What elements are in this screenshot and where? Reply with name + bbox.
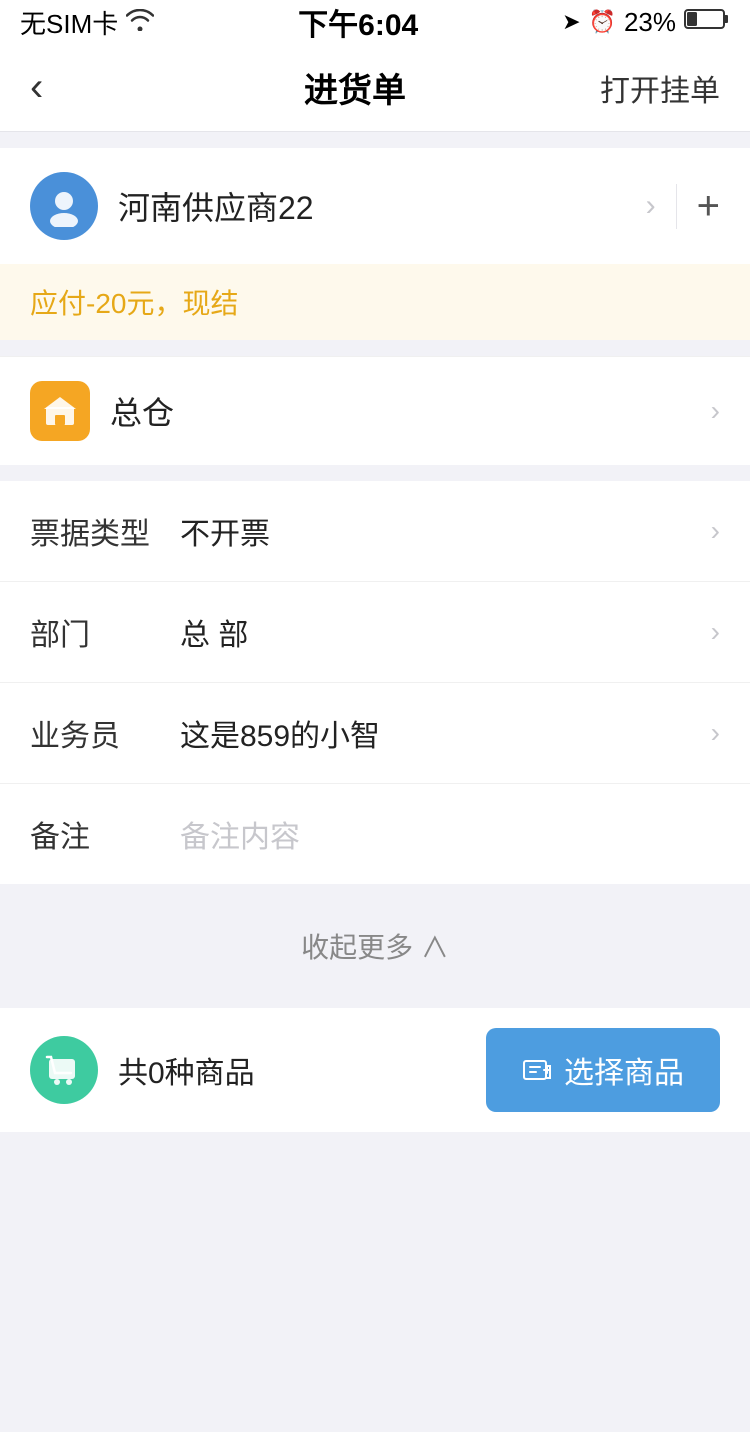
salesman-label: 业务员 [30,711,170,755]
salesman-chevron-icon: › [711,717,720,749]
warehouse-chevron-icon: › [711,395,720,427]
supplier-chevron-icon: › [646,189,656,223]
form-section: 票据类型 不开票 › 部门 总 部 › 业务员 这是859的小智 › 备注 备注… [0,481,750,884]
remark-row[interactable]: 备注 备注内容 [0,784,750,884]
salesman-row[interactable]: 业务员 这是859的小智 › [0,683,750,784]
location-icon: ➤ [562,9,580,35]
dept-label: 部门 [30,610,170,654]
invoice-label: 票据类型 [30,509,170,553]
invoice-chevron-icon: › [711,515,720,547]
dept-row[interactable]: 部门 总 部 › [0,582,750,683]
bottom-bar: 共0种商品 选择商品 [0,1008,750,1132]
select-goods-label: 选择商品 [564,1048,684,1092]
select-goods-button[interactable]: 选择商品 [486,1028,720,1112]
supplier-section: 河南供应商22 › + 应付-20元，现结 [0,148,750,340]
battery-icon [684,7,730,38]
back-button[interactable]: ‹ [30,65,110,110]
dept-value: 总 部 [180,610,711,654]
supplier-name: 河南供应商22 [118,183,646,229]
alarm-icon: ⏰ [589,9,616,35]
carrier-label: 无SIM卡 [20,4,118,41]
empty-gray-area [0,1132,750,1432]
status-bar: 无SIM卡 下午6:04 ➤ ⏰ 23% [0,0,750,44]
warehouse-section: 总仓 › [0,356,750,465]
open-pending-button[interactable]: 打开挂单 [600,66,720,110]
nav-bar: ‹ 进货单 打开挂单 [0,44,750,132]
collapse-row[interactable]: 收起更多 ∧ [0,900,750,992]
status-right: ➤ ⏰ 23% [562,7,730,38]
page-title: 进货单 [304,63,406,112]
battery-label: 23% [624,7,676,38]
status-time: 下午6:04 [298,0,418,44]
status-left: 无SIM卡 [20,4,154,41]
cart-icon [30,1036,98,1104]
supplier-row[interactable]: 河南供应商22 › + [0,148,750,264]
warehouse-icon [30,381,90,441]
collapse-label: 收起更多 ∧ [301,932,449,963]
supplier-avatar [30,172,98,240]
select-goods-icon [522,1055,552,1085]
invoice-value: 不开票 [180,509,711,553]
invoice-row[interactable]: 票据类型 不开票 › [0,481,750,582]
remark-input[interactable]: 备注内容 [180,812,720,856]
wifi-icon [126,7,154,38]
warehouse-row[interactable]: 总仓 › [0,356,750,465]
main-content: 河南供应商22 › + 应付-20元，现结 总仓 › 票据类型 不开票 [0,148,750,1432]
notice-text: 应付-20元，现结 [30,288,238,319]
product-count-label: 共0种商品 [118,1048,466,1092]
salesman-value: 这是859的小智 [180,711,711,755]
add-supplier-button[interactable]: + [676,184,720,229]
warehouse-name: 总仓 [110,388,711,434]
remark-label: 备注 [30,812,170,856]
notice-bar: 应付-20元，现结 [0,264,750,340]
dept-chevron-icon: › [711,616,720,648]
